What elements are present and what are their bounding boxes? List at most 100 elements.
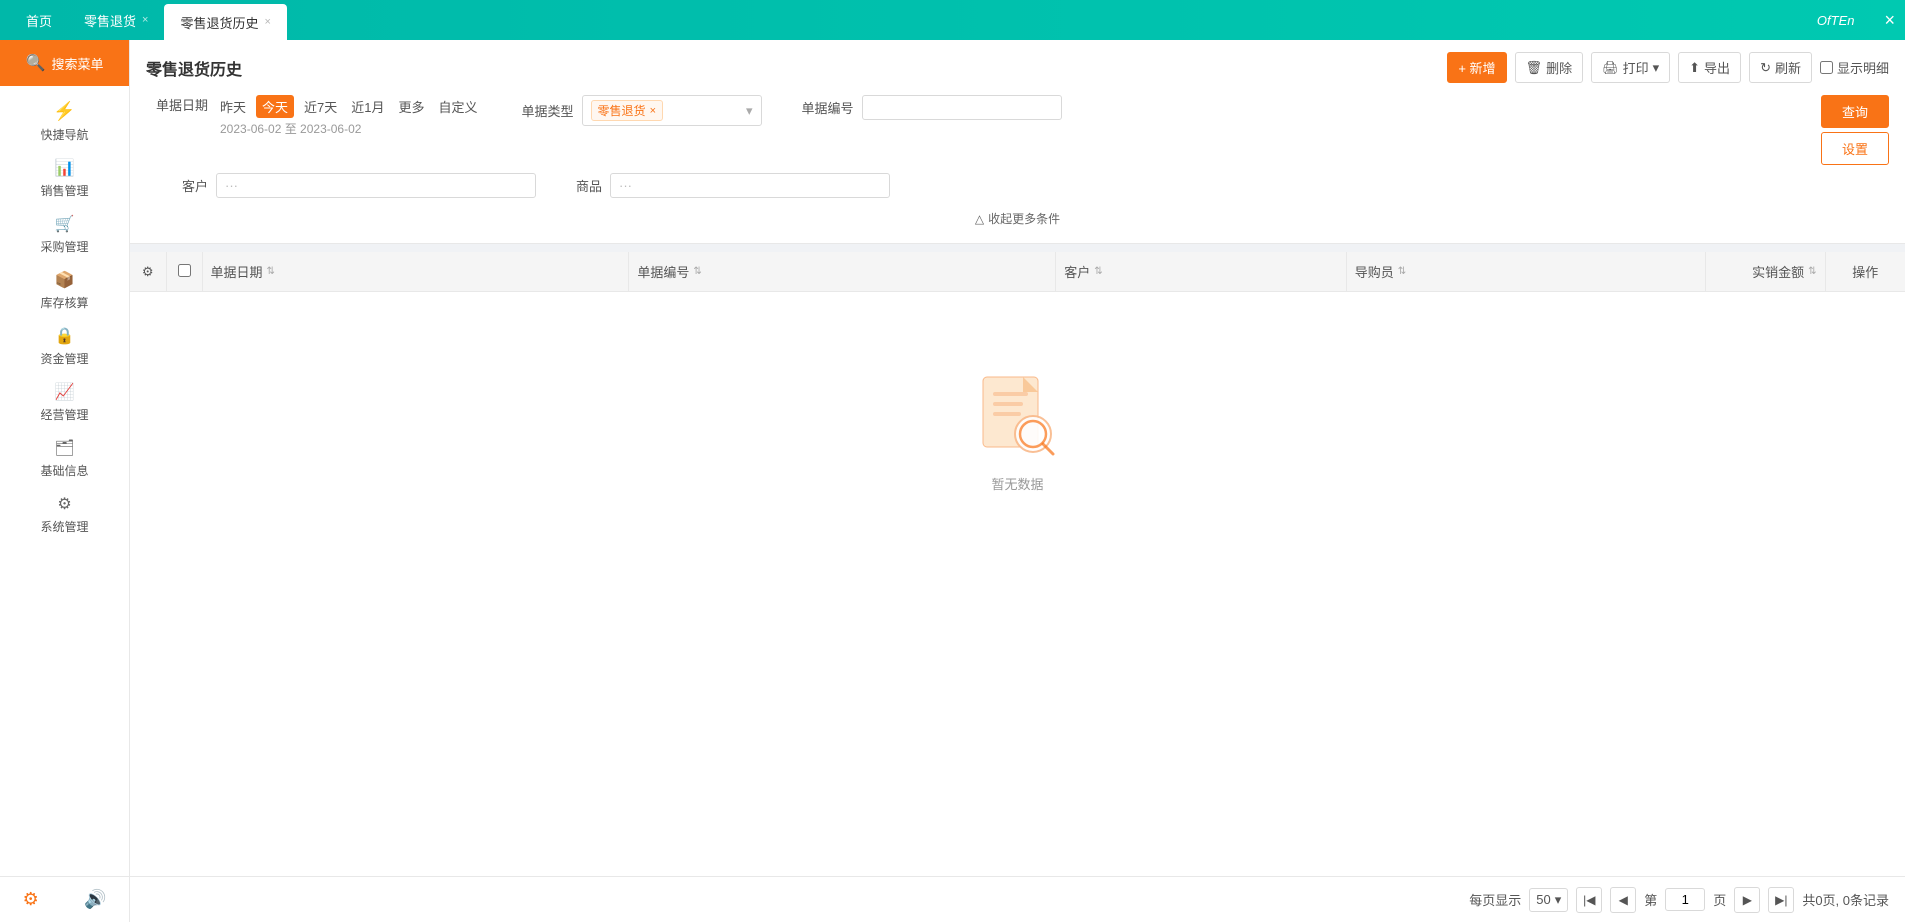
top-bar: 首页 零售退货 × 零售退货历史 × OfTEn ×: [0, 0, 1905, 40]
type-filter-label: 单据类型: [522, 101, 574, 120]
guide-col-label: 导购员: [1355, 262, 1394, 281]
customer-filter-input[interactable]: ···: [216, 173, 536, 198]
page-label: 第: [1644, 890, 1657, 909]
filter-row-2: 客户 ··· 商品 ···: [146, 173, 1889, 198]
table-container: ⚙ 单据日期 ⇅: [130, 252, 1905, 876]
export-button[interactable]: ⬆ 导出: [1678, 52, 1741, 83]
print-arrow-icon: ▾: [1653, 60, 1660, 76]
tab-home[interactable]: 首页: [10, 0, 68, 40]
amount-col-label: 实销金额: [1752, 262, 1804, 281]
number-sort[interactable]: 单据编号 ⇅: [637, 262, 1047, 281]
date-option-1month[interactable]: 近1月: [347, 95, 388, 118]
print-button[interactable]: 🖨 打印 ▾: [1591, 52, 1670, 83]
amount-sort[interactable]: 实销金额 ⇅: [1714, 262, 1817, 281]
filter-area: 单据日期 昨天 今天 近7天 近1月 更多 自定义 2023-06-02 至 2…: [146, 95, 1889, 243]
show-detail-checkbox[interactable]: [1820, 61, 1833, 74]
sidebar-item-inventory[interactable]: 📦 库存核算: [0, 262, 129, 318]
page-size-select[interactable]: 50 ▾: [1529, 888, 1568, 912]
tab-retail-return-history-label: 零售退货历史: [180, 13, 258, 32]
export-icon: ⬆: [1689, 60, 1700, 76]
refresh-button[interactable]: ↻ 刷新: [1749, 52, 1812, 83]
query-button[interactable]: 查询: [1821, 95, 1889, 128]
tab-retail-return-history[interactable]: 零售退货历史 ×: [164, 4, 286, 40]
table-col-settings[interactable]: ⚙: [130, 252, 166, 292]
often-badge: OfTEn: [1817, 13, 1855, 28]
date-col-label: 单据日期: [211, 262, 263, 281]
customer-col-label: 客户: [1064, 262, 1090, 281]
page-number-input[interactable]: [1665, 888, 1705, 911]
date-option-yesterday[interactable]: 昨天: [216, 95, 250, 118]
tab-retail-return-label: 零售退货: [84, 11, 136, 30]
date-filter-label: 单据日期: [146, 95, 216, 114]
table-col-amount[interactable]: 实销金额 ⇅: [1705, 252, 1825, 292]
last-page-button[interactable]: ▶|: [1768, 887, 1794, 913]
tab-retail-return-history-close[interactable]: ×: [264, 16, 270, 28]
show-detail-checkbox-label[interactable]: 显示明细: [1820, 58, 1889, 77]
date-option-today[interactable]: 今天: [256, 95, 294, 118]
sidebar-item-quick-nav[interactable]: ⚡ 快捷导航: [0, 94, 129, 150]
sidebar-item-system-label: 系统管理: [40, 518, 88, 535]
type-filter-select[interactable]: 零售退货 × ▾: [582, 95, 762, 126]
table-header-row: ⚙ 单据日期 ⇅: [130, 252, 1905, 292]
table-settings-icon[interactable]: ⚙: [142, 264, 154, 279]
tab-home-label: 首页: [26, 11, 52, 30]
delete-button[interactable]: 🗑 删除: [1515, 52, 1584, 83]
next-page-button[interactable]: ▶: [1734, 887, 1760, 913]
tab-retail-return[interactable]: 零售退货 ×: [68, 0, 164, 40]
date-option-custom[interactable]: 自定义: [435, 95, 482, 118]
table-col-date[interactable]: 单据日期 ⇅: [202, 252, 629, 292]
date-option-more[interactable]: 更多: [395, 95, 429, 118]
prev-page-button[interactable]: ◀: [1610, 887, 1636, 913]
number-filter-input[interactable]: [862, 95, 1062, 120]
type-filter-group: 单据类型 零售退货 × ▾: [522, 95, 762, 126]
sidebar-item-operations-label: 经营管理: [40, 406, 88, 423]
sidebar-item-basic-info[interactable]: 🗂 基础信息: [0, 430, 129, 486]
product-filter-input[interactable]: ···: [610, 173, 890, 198]
window-close-button[interactable]: ×: [1874, 10, 1905, 31]
sidebar-settings-icon[interactable]: ⚙: [23, 889, 39, 910]
table-col-checkbox[interactable]: [166, 252, 202, 292]
sidebar-item-purchase[interactable]: 🛒 采购管理: [0, 206, 129, 262]
print-label: 打印: [1623, 58, 1649, 77]
page-header: 零售退货历史 + 新增 🗑 删除 🖨 打印 ▾ ⬆ 导出: [130, 40, 1905, 244]
sidebar-item-sales[interactable]: 📊 销售管理: [0, 150, 129, 206]
sidebar-item-operations[interactable]: 📈 经营管理: [0, 374, 129, 430]
date-sort[interactable]: 单据日期 ⇅: [211, 262, 621, 281]
table-col-guide[interactable]: 导购员 ⇅: [1346, 252, 1705, 292]
sidebar-item-system[interactable]: ⚙ 系统管理: [0, 486, 129, 542]
collapse-bar[interactable]: △ 收起更多条件: [146, 206, 1889, 235]
finance-icon: 🔒: [55, 326, 75, 346]
filter-action-buttons: 查询 设置: [1821, 95, 1889, 165]
type-filter-tag-close[interactable]: ×: [650, 105, 656, 117]
table-select-all-checkbox[interactable]: [178, 264, 191, 277]
show-detail-label: 显示明细: [1837, 58, 1889, 77]
pagination-bar: 每页显示 50 ▾ |◀ ◀ 第 页 ▶ ▶| 共0页, 0条记录: [130, 876, 1905, 922]
sidebar-menu: ⚡ 快捷导航 📊 销售管理 🛒 采购管理 📦 库存核算 🔒 资金管理 📈: [0, 86, 129, 876]
tab-retail-return-close[interactable]: ×: [142, 14, 148, 26]
sidebar-item-finance[interactable]: 🔒 资金管理: [0, 318, 129, 374]
first-page-button[interactable]: |◀: [1576, 887, 1602, 913]
new-button[interactable]: + 新增: [1447, 52, 1506, 83]
sidebar-item-inventory-label: 库存核算: [40, 294, 88, 311]
toolbar: + 新增 🗑 删除 🖨 打印 ▾ ⬆ 导出: [1447, 52, 1889, 83]
guide-sort[interactable]: 导购员 ⇅: [1355, 262, 1697, 281]
inventory-icon: 📦: [55, 270, 75, 290]
sidebar: 🔍 搜索菜单 ⚡ 快捷导航 📊 销售管理 🛒 采购管理 📦 库存核算 🔒: [0, 40, 130, 922]
date-filter-group: 昨天 今天 近7天 近1月 更多 自定义 2023-06-02 至 2023-0…: [216, 95, 482, 137]
customer-sort[interactable]: 客户 ⇅: [1064, 262, 1338, 281]
number-filter-label: 单据编号: [802, 98, 854, 117]
refresh-label: 刷新: [1775, 58, 1801, 77]
export-label: 导出: [1704, 58, 1730, 77]
page-label-end: 页: [1713, 890, 1726, 909]
topbar-right: OfTEn: [1817, 13, 1875, 28]
collapse-label: 收起更多条件: [988, 210, 1060, 227]
sidebar-sound-icon[interactable]: 🔊: [84, 889, 106, 910]
filter-row-1: 单据日期 昨天 今天 近7天 近1月 更多 自定义 2023-06-02 至 2…: [146, 95, 1889, 165]
table-col-number[interactable]: 单据编号 ⇅: [629, 252, 1056, 292]
number-sort-icon: ⇅: [693, 266, 701, 277]
table-col-customer[interactable]: 客户 ⇅: [1056, 252, 1347, 292]
settings-button[interactable]: 设置: [1821, 132, 1889, 165]
tab-list: 首页 零售退货 × 零售退货历史 ×: [10, 0, 1817, 40]
date-option-7days[interactable]: 近7天: [300, 95, 341, 118]
sidebar-search-button[interactable]: 🔍 搜索菜单: [0, 40, 129, 86]
